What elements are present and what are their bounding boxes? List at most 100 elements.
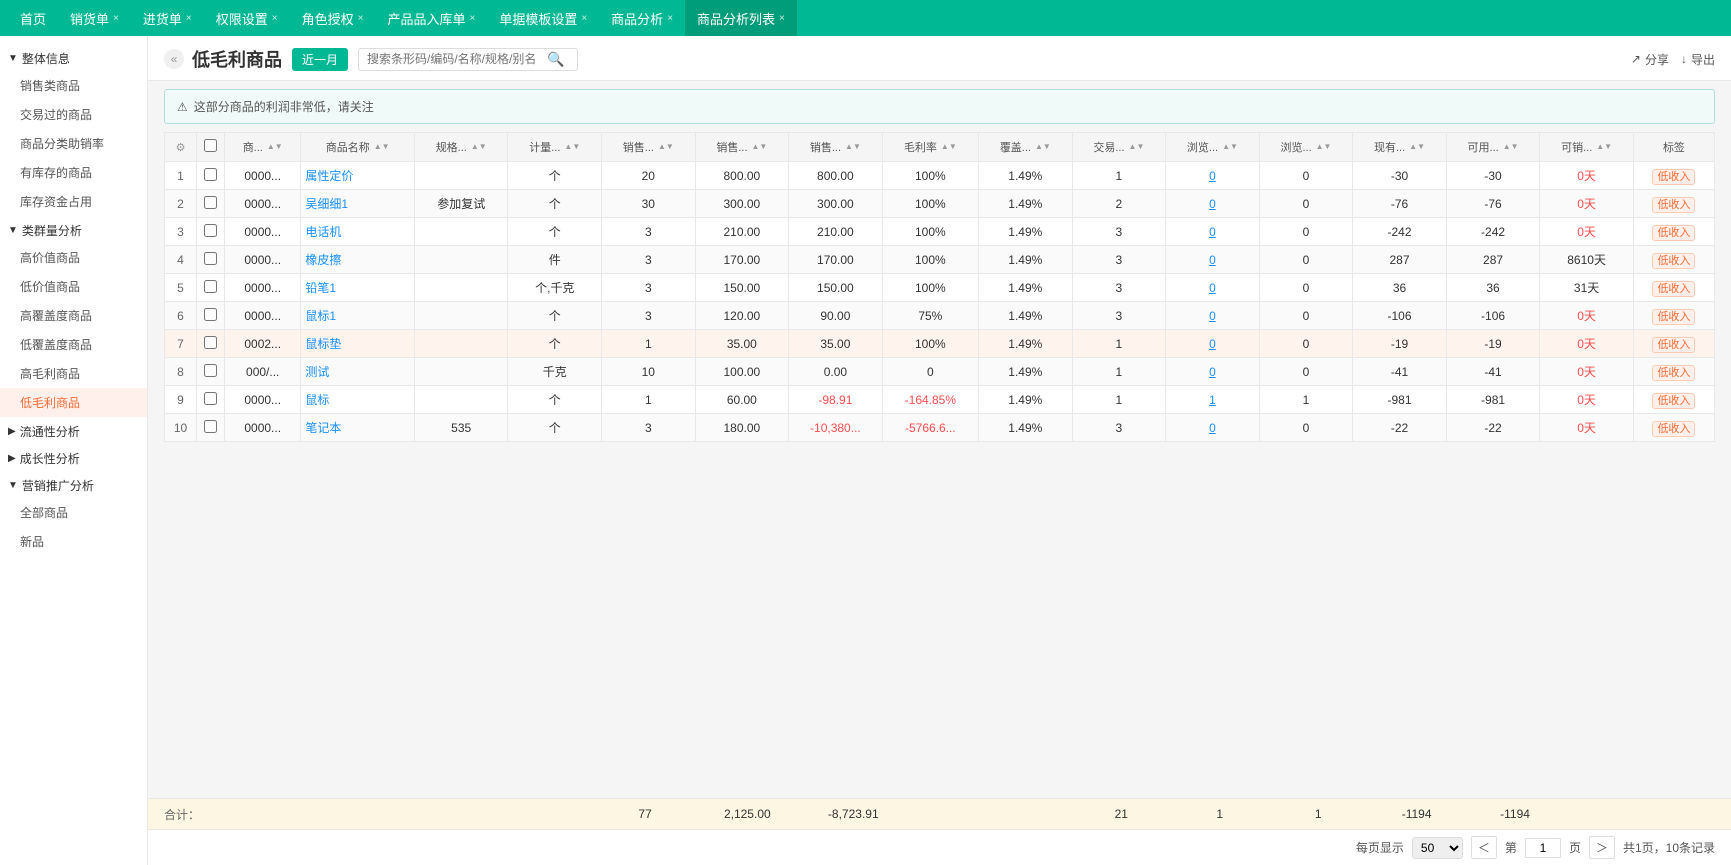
nav-item-product-analysis[interactable]: 商品分析 × bbox=[599, 0, 685, 36]
share-button[interactable]: ↗ 分享 bbox=[1631, 51, 1669, 68]
prev-page-btn[interactable]: ＜ bbox=[1471, 836, 1497, 859]
close-icon[interactable]: × bbox=[186, 13, 192, 24]
sort-icon[interactable]: ▲▼ bbox=[1129, 143, 1145, 151]
row-checkbox[interactable] bbox=[204, 168, 217, 181]
sidebar-group-marketing[interactable]: ▼ 营销推广分析 bbox=[0, 471, 147, 498]
search-icon[interactable]: 🔍 bbox=[547, 51, 564, 68]
nav-item-product-entry[interactable]: 产品品入库单 × bbox=[375, 0, 487, 36]
select-all-checkbox[interactable] bbox=[204, 139, 217, 152]
page-number-input[interactable] bbox=[1525, 838, 1561, 858]
cell-checkbox[interactable] bbox=[197, 246, 225, 274]
row-checkbox[interactable] bbox=[204, 420, 217, 433]
row-checkbox[interactable] bbox=[204, 336, 217, 349]
next-page-btn[interactable]: ＞ bbox=[1589, 836, 1615, 859]
search-input[interactable] bbox=[367, 52, 547, 66]
sidebar-group-overall[interactable]: ▼ 整体信息 bbox=[0, 44, 147, 71]
cell-checkbox[interactable] bbox=[197, 386, 225, 414]
cell-views1[interactable]: 0 bbox=[1166, 162, 1260, 190]
sort-icon[interactable]: ▲▼ bbox=[471, 143, 487, 151]
nav-item-role-auth[interactable]: 角色授权 × bbox=[290, 0, 376, 36]
row-checkbox[interactable] bbox=[204, 392, 217, 405]
sort-icon[interactable]: ▲▼ bbox=[752, 143, 768, 151]
sidebar-item-all-goods[interactable]: 全部商品 bbox=[0, 498, 147, 527]
cell-name[interactable]: 吴细细1 bbox=[301, 190, 415, 218]
close-icon[interactable]: × bbox=[113, 13, 119, 24]
row-checkbox[interactable] bbox=[204, 364, 217, 377]
export-button[interactable]: ↓ 导出 bbox=[1681, 51, 1715, 68]
cell-name[interactable]: 测试 bbox=[301, 358, 415, 386]
cell-checkbox[interactable] bbox=[197, 358, 225, 386]
close-icon[interactable]: × bbox=[667, 13, 673, 24]
sidebar-group-flow[interactable]: ▶ 流通性分析 bbox=[0, 417, 147, 444]
cell-name[interactable]: 鼠标垫 bbox=[301, 330, 415, 358]
sort-icon[interactable]: ▲▼ bbox=[374, 143, 390, 151]
cell-name[interactable]: 笔记本 bbox=[301, 414, 415, 442]
cell-name[interactable]: 橡皮擦 bbox=[301, 246, 415, 274]
sidebar-item-sales-goods[interactable]: 销售类商品 bbox=[0, 71, 147, 100]
row-checkbox[interactable] bbox=[204, 280, 217, 293]
sort-icon[interactable]: ▲▼ bbox=[267, 143, 283, 151]
close-icon[interactable]: × bbox=[469, 13, 475, 24]
nav-item-template[interactable]: 单据模板设置 × bbox=[487, 0, 599, 36]
sort-icon[interactable]: ▲▼ bbox=[1503, 143, 1519, 151]
sort-icon[interactable]: ▲▼ bbox=[564, 143, 580, 151]
sidebar-item-capital[interactable]: 库存资金占用 bbox=[0, 187, 147, 216]
sidebar-item-low-value[interactable]: 低价值商品 bbox=[0, 272, 147, 301]
cell-views1[interactable]: 0 bbox=[1166, 246, 1260, 274]
row-checkbox[interactable] bbox=[204, 196, 217, 209]
cell-checkbox[interactable] bbox=[197, 302, 225, 330]
cell-views1[interactable]: 0 bbox=[1166, 358, 1260, 386]
row-checkbox[interactable] bbox=[204, 224, 217, 237]
close-icon[interactable]: × bbox=[272, 13, 278, 24]
sidebar-item-new-goods[interactable]: 新品 bbox=[0, 527, 147, 556]
cell-views1[interactable]: 0 bbox=[1166, 302, 1260, 330]
cell-checkbox[interactable] bbox=[197, 218, 225, 246]
cell-name[interactable]: 属性定价 bbox=[301, 162, 415, 190]
page-size-select[interactable]: 50 20 100 bbox=[1412, 837, 1463, 859]
cell-views1[interactable]: 1 bbox=[1166, 386, 1260, 414]
sort-icon[interactable]: ▲▼ bbox=[658, 143, 674, 151]
cell-views1[interactable]: 0 bbox=[1166, 330, 1260, 358]
cell-name[interactable]: 鼠标1 bbox=[301, 302, 415, 330]
sidebar-group-growth[interactable]: ▶ 成长性分析 bbox=[0, 444, 147, 471]
sidebar-item-category-rate[interactable]: 商品分类助销率 bbox=[0, 129, 147, 158]
sidebar-item-high-coverage[interactable]: 高覆盖度商品 bbox=[0, 301, 147, 330]
sort-icon[interactable]: ▲▼ bbox=[1596, 143, 1612, 151]
sidebar-group-cluster[interactable]: ▼ 类群量分析 bbox=[0, 216, 147, 243]
cell-name[interactable]: 鼠标 bbox=[301, 386, 415, 414]
sidebar-item-low-coverage[interactable]: 低覆盖度商品 bbox=[0, 330, 147, 359]
cell-views1[interactable]: 0 bbox=[1166, 414, 1260, 442]
sidebar-item-high-margin[interactable]: 高毛利商品 bbox=[0, 359, 147, 388]
sort-icon[interactable]: ▲▼ bbox=[1316, 143, 1332, 151]
row-checkbox[interactable] bbox=[204, 252, 217, 265]
sort-icon[interactable]: ▲▼ bbox=[941, 143, 957, 151]
cell-checkbox[interactable] bbox=[197, 190, 225, 218]
sort-icon[interactable]: ▲▼ bbox=[1409, 143, 1425, 151]
cell-views1[interactable]: 0 bbox=[1166, 190, 1260, 218]
sort-icon[interactable]: ▲▼ bbox=[845, 143, 861, 151]
cell-name[interactable]: 电话机 bbox=[301, 218, 415, 246]
period-button[interactable]: 近一月 bbox=[292, 48, 348, 71]
cell-views1[interactable]: 0 bbox=[1166, 274, 1260, 302]
sidebar-item-traded-goods[interactable]: 交易过的商品 bbox=[0, 100, 147, 129]
sort-icon[interactable]: ▲▼ bbox=[1035, 143, 1051, 151]
cell-checkbox[interactable] bbox=[197, 414, 225, 442]
close-icon[interactable]: × bbox=[358, 13, 364, 24]
sidebar-item-high-value[interactable]: 高价值商品 bbox=[0, 243, 147, 272]
sort-icon[interactable]: ▲▼ bbox=[1222, 143, 1238, 151]
nav-item-home[interactable]: 首页 bbox=[8, 0, 58, 36]
nav-item-permissions[interactable]: 权限设置 × bbox=[204, 0, 290, 36]
nav-item-analysis-list[interactable]: 商品分析列表 × bbox=[685, 0, 797, 36]
row-checkbox[interactable] bbox=[204, 308, 217, 321]
collapse-sidebar-btn[interactable]: « bbox=[164, 49, 184, 69]
nav-item-purchase[interactable]: 进货单 × bbox=[131, 0, 204, 36]
sidebar-item-in-stock[interactable]: 有库存的商品 bbox=[0, 158, 147, 187]
sidebar-item-low-margin[interactable]: 低毛利商品 bbox=[0, 388, 147, 417]
cell-name[interactable]: 铅笔1 bbox=[301, 274, 415, 302]
close-icon[interactable]: × bbox=[779, 13, 785, 24]
cell-checkbox[interactable] bbox=[197, 162, 225, 190]
cell-checkbox[interactable] bbox=[197, 274, 225, 302]
th-settings[interactable]: ⚙ bbox=[165, 133, 197, 162]
close-icon[interactable]: × bbox=[581, 13, 587, 24]
cell-views1[interactable]: 0 bbox=[1166, 218, 1260, 246]
